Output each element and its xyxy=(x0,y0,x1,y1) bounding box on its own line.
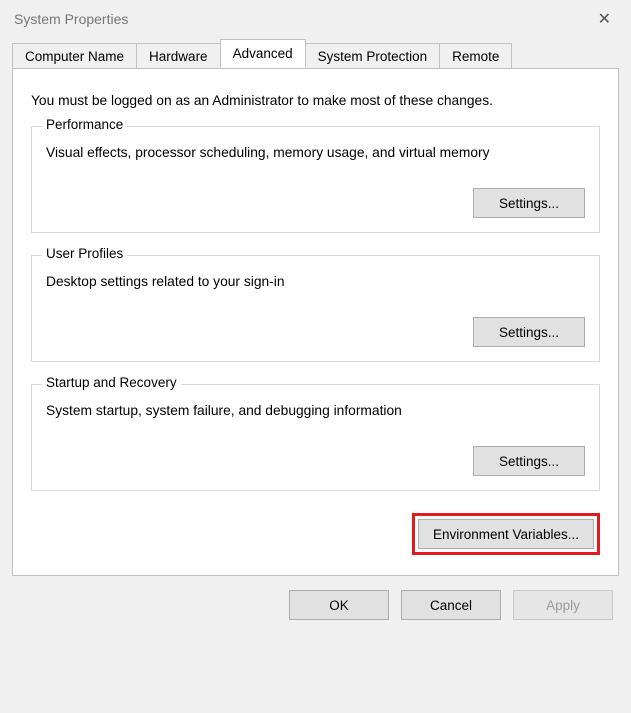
admin-notice-text: You must be logged on as an Administrato… xyxy=(31,93,600,108)
apply-button[interactable]: Apply xyxy=(513,590,613,620)
performance-group-title: Performance xyxy=(42,117,127,132)
environment-variables-button[interactable]: Environment Variables... xyxy=(418,519,594,549)
user-profiles-group-title: User Profiles xyxy=(42,246,127,261)
tab-computer-name[interactable]: Computer Name xyxy=(12,43,137,69)
tab-advanced[interactable]: Advanced xyxy=(220,39,306,68)
tab-panel-advanced: You must be logged on as an Administrato… xyxy=(12,68,619,576)
tab-strip: Computer Name Hardware Advanced System P… xyxy=(12,38,619,68)
ok-button[interactable]: OK xyxy=(289,590,389,620)
window-title: System Properties xyxy=(14,11,128,27)
startup-recovery-group: Startup and Recovery System startup, sys… xyxy=(31,384,600,491)
tab-hardware[interactable]: Hardware xyxy=(136,43,221,69)
user-profiles-group-desc: Desktop settings related to your sign-in xyxy=(46,274,585,289)
tabs-container: Computer Name Hardware Advanced System P… xyxy=(0,38,631,576)
cancel-button[interactable]: Cancel xyxy=(401,590,501,620)
titlebar: System Properties ✕ xyxy=(0,0,631,38)
performance-group-desc: Visual effects, processor scheduling, me… xyxy=(46,145,585,160)
system-properties-window: System Properties ✕ Computer Name Hardwa… xyxy=(0,0,631,713)
startup-recovery-settings-button[interactable]: Settings... xyxy=(473,446,585,476)
environment-variables-row: Environment Variables... xyxy=(31,513,600,555)
close-icon[interactable]: ✕ xyxy=(590,5,619,33)
tab-system-protection[interactable]: System Protection xyxy=(305,43,441,69)
tab-remote[interactable]: Remote xyxy=(439,43,512,69)
user-profiles-group: User Profiles Desktop settings related t… xyxy=(31,255,600,362)
startup-recovery-button-row: Settings... xyxy=(46,446,585,476)
user-profiles-button-row: Settings... xyxy=(46,317,585,347)
performance-group: Performance Visual effects, processor sc… xyxy=(31,126,600,233)
user-profiles-settings-button[interactable]: Settings... xyxy=(473,317,585,347)
startup-recovery-group-title: Startup and Recovery xyxy=(42,375,181,390)
performance-settings-button[interactable]: Settings... xyxy=(473,188,585,218)
dialog-button-row: OK Cancel Apply xyxy=(0,576,631,620)
startup-recovery-group-desc: System startup, system failure, and debu… xyxy=(46,403,585,418)
performance-button-row: Settings... xyxy=(46,188,585,218)
environment-variables-highlight: Environment Variables... xyxy=(412,513,600,555)
